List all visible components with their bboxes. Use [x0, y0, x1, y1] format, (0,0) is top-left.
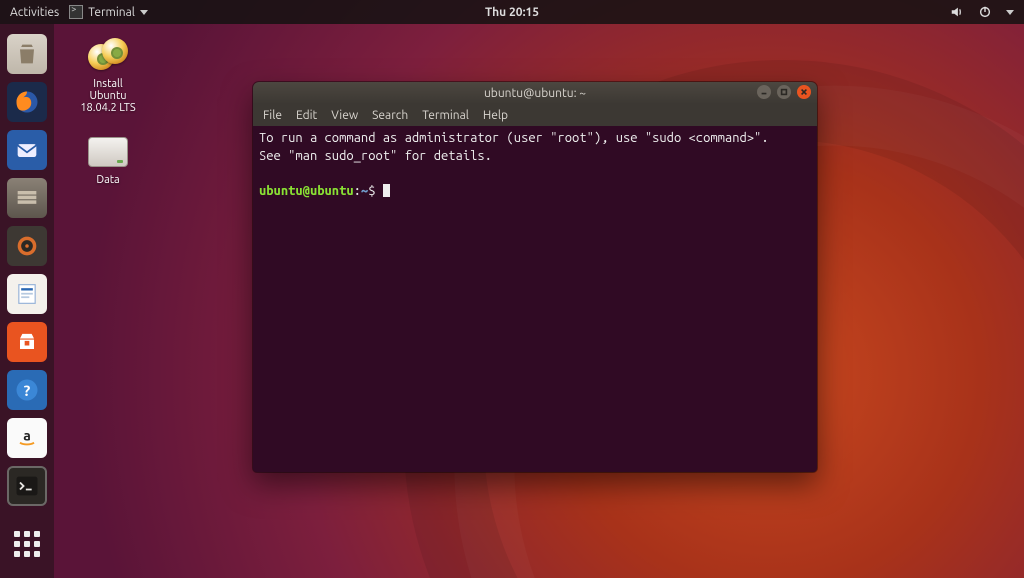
- terminal-titlebar[interactable]: ubuntu@ubuntu: ~: [253, 82, 817, 104]
- desktop-data-label: Data: [96, 174, 119, 186]
- menu-edit[interactable]: Edit: [296, 109, 317, 122]
- desktop-data-drive[interactable]: Data: [86, 132, 130, 186]
- dock-thunderbird[interactable]: [7, 130, 47, 170]
- menu-search[interactable]: Search: [372, 109, 408, 122]
- app-menu-label: Terminal: [88, 6, 135, 19]
- dock-terminal[interactable]: [7, 466, 47, 506]
- clock[interactable]: Thu 20:15: [485, 6, 539, 19]
- dock-rhythmbox[interactable]: [7, 226, 47, 266]
- svg-text:a: a: [23, 427, 31, 443]
- desktop-install-label: Install Ubuntu 18.04.2 LTS: [80, 78, 135, 114]
- menu-file[interactable]: File: [263, 109, 282, 122]
- window-minimize-button[interactable]: [757, 85, 771, 99]
- chevron-down-icon: [140, 10, 148, 15]
- app-menu[interactable]: Terminal: [69, 5, 148, 19]
- prompt-sep: :: [354, 184, 361, 198]
- power-icon[interactable]: [978, 5, 992, 19]
- prompt-suffix: $: [368, 184, 375, 198]
- terminal-title-text: ubuntu@ubuntu: ~: [484, 87, 586, 100]
- dock: ? a: [0, 24, 54, 578]
- dock-software[interactable]: [7, 322, 47, 362]
- dock-amazon[interactable]: a: [7, 418, 47, 458]
- volume-icon[interactable]: [950, 5, 964, 19]
- install-disc-icon: [88, 38, 128, 74]
- system-menu-chevron-icon[interactable]: [1006, 10, 1014, 15]
- top-bar: Activities Terminal Thu 20:15: [0, 0, 1024, 24]
- terminal-window[interactable]: ubuntu@ubuntu: ~ File Edit View Search T…: [253, 82, 817, 472]
- dock-trash[interactable]: [7, 34, 47, 74]
- terminal-menubar: File Edit View Search Terminal Help: [253, 104, 817, 126]
- motd-line-2: See "man sudo_root" for details.: [259, 149, 492, 163]
- prompt-user: ubuntu@ubuntu: [259, 184, 354, 198]
- window-controls: [757, 85, 811, 99]
- show-applications-button[interactable]: [7, 524, 47, 564]
- drive-icon: [88, 137, 128, 167]
- desktop-icons: Install Ubuntu 18.04.2 LTS Data: [68, 36, 148, 186]
- motd-line-1: To run a command as administrator (user …: [259, 131, 769, 145]
- svg-text:?: ?: [24, 382, 31, 399]
- terminal-cursor: [383, 184, 390, 197]
- menu-view[interactable]: View: [331, 109, 358, 122]
- window-close-button[interactable]: [797, 85, 811, 99]
- dock-firefox[interactable]: [7, 82, 47, 122]
- dock-help[interactable]: ?: [7, 370, 47, 410]
- dock-writer[interactable]: [7, 274, 47, 314]
- terminal-body[interactable]: To run a command as administrator (user …: [253, 126, 817, 472]
- menu-terminal[interactable]: Terminal: [422, 109, 469, 122]
- menu-help[interactable]: Help: [483, 109, 508, 122]
- terminal-icon: [69, 5, 83, 19]
- dock-files[interactable]: [7, 178, 47, 218]
- window-maximize-button[interactable]: [777, 85, 791, 99]
- activities-button[interactable]: Activities: [10, 6, 59, 19]
- desktop-install-ubuntu[interactable]: Install Ubuntu 18.04.2 LTS: [80, 36, 135, 114]
